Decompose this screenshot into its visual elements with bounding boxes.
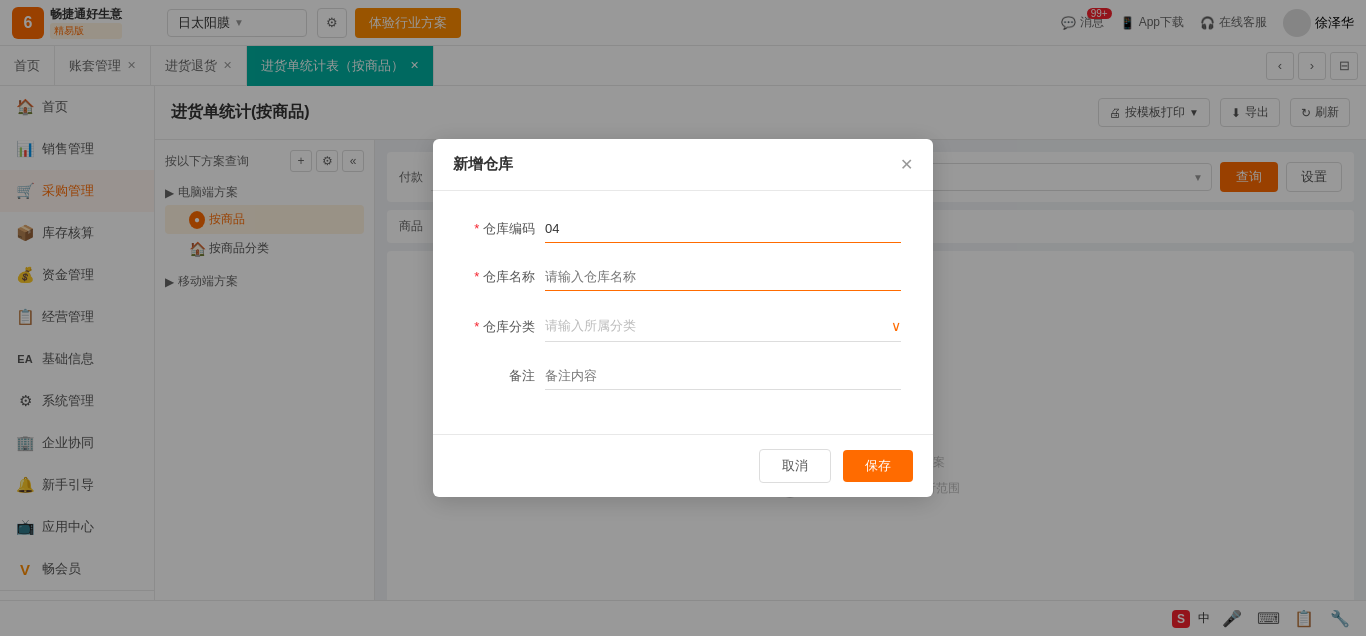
name-label: 仓库名称 [465, 268, 545, 286]
modal-new-warehouse: 新增仓库 ✕ 仓库编码 仓库名称 仓库分类 请输入所属分类 ∨ [433, 139, 933, 497]
category-placeholder: 请输入所属分类 [545, 317, 636, 335]
form-row-category: 仓库分类 请输入所属分类 ∨ [465, 311, 901, 342]
modal-title: 新增仓库 [453, 155, 513, 174]
code-input[interactable] [545, 215, 901, 243]
form-row-name: 仓库名称 [465, 263, 901, 291]
modal-close-button[interactable]: ✕ [900, 155, 913, 174]
modal-header: 新增仓库 ✕ [433, 139, 933, 191]
category-label: 仓库分类 [465, 318, 545, 336]
modal-overlay: 新增仓库 ✕ 仓库编码 仓库名称 仓库分类 请输入所属分类 ∨ [0, 0, 1366, 636]
category-arrow-icon: ∨ [891, 318, 901, 334]
note-label: 备注 [465, 367, 545, 385]
cancel-button[interactable]: 取消 [759, 449, 831, 483]
category-select[interactable]: 请输入所属分类 ∨ [545, 311, 901, 342]
code-label: 仓库编码 [465, 220, 545, 238]
note-input[interactable] [545, 362, 901, 390]
save-button[interactable]: 保存 [843, 450, 913, 482]
modal-body: 仓库编码 仓库名称 仓库分类 请输入所属分类 ∨ 备注 [433, 191, 933, 434]
form-row-note: 备注 [465, 362, 901, 390]
name-input[interactable] [545, 263, 901, 291]
modal-footer: 取消 保存 [433, 434, 933, 497]
form-row-code: 仓库编码 [465, 215, 901, 243]
